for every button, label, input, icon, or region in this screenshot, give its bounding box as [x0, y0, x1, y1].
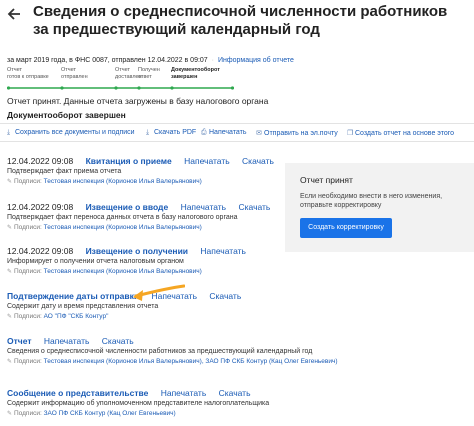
- status-message: Отчет принят. Данные отчета загружены в …: [7, 96, 269, 106]
- doc-signature-link[interactable]: Тестовая инспекция (Корионов Илья Валерь…: [44, 268, 202, 275]
- report-info-link[interactable]: Информация об отчете: [218, 57, 294, 64]
- doc-signature-link[interactable]: Тестовая инспекция (Корионов Илья Валерь…: [44, 178, 202, 185]
- doc-description: Содержит дату и время представления отче…: [7, 303, 159, 310]
- step-completed: Документооборот завершен: [171, 67, 220, 80]
- save-icon: ⤓: [7, 129, 11, 136]
- document-item: 12.04.2022 09:08 Извещение о получении Н…: [7, 246, 256, 277]
- create-correction-button[interactable]: Создать корректировку: [300, 218, 392, 238]
- doc-signatures: ✎ Подписи: АО "ПФ "СКБ Контур": [7, 313, 109, 320]
- doc-name-link[interactable]: Сообщение о представительстве: [7, 388, 148, 398]
- send-email-button[interactable]: ✉ Отправить на эл.почту: [256, 129, 338, 137]
- create-based-button[interactable]: ❐ Создать отчет на основе этого: [347, 129, 454, 137]
- doc-description: Информирует о получении отчета налоговым…: [7, 258, 184, 265]
- doc-print-link[interactable]: Напечатать: [200, 246, 246, 256]
- document-item: Сообщение о представительстве Напечатать…: [7, 388, 269, 419]
- save-all-button[interactable]: ⤓ Сохранить все документы и подписи: [7, 129, 135, 137]
- doc-date: 12.04.2022 09:08: [7, 156, 74, 166]
- doc-name-link[interactable]: Извещение о получении: [86, 246, 188, 256]
- download-icon: ⤓: [146, 129, 150, 136]
- mail-icon: ✉: [256, 130, 262, 137]
- page-title: Сведения о среднесписочной численности р…: [33, 3, 448, 38]
- doc-print-link[interactable]: Напечатать: [184, 156, 230, 166]
- pen-icon: ✎: [7, 411, 13, 417]
- download-pdf-button[interactable]: ⤓ Скачать PDF: [146, 129, 196, 137]
- doc-name-link[interactable]: Извещение о вводе: [86, 202, 169, 212]
- doc-signatures: ✎ Подписи: Тестовая инспекция (Корионов И…: [7, 358, 338, 365]
- doc-description: Содержит информацию об уполномоченном пр…: [7, 400, 270, 407]
- step-ready: Отчет готов к отправке: [7, 67, 49, 80]
- doc-date: 12.04.2022 09:08: [7, 202, 74, 212]
- doc-signature-link[interactable]: АО "ПФ "СКБ Контур": [44, 313, 109, 320]
- progress-track: [7, 86, 234, 90]
- panel-text: Если необходимо внести в него изменения,…: [300, 193, 443, 209]
- copy-icon: ❐: [347, 130, 354, 137]
- doc-signatures: ✎ Подписи: ЗАО ПФ СКБ Контур (Кац Олег Ев…: [7, 410, 176, 417]
- pen-icon: ✎: [7, 359, 13, 365]
- doc-print-link[interactable]: Напечатать: [44, 336, 90, 346]
- pen-icon: ✎: [7, 314, 13, 320]
- back-arrow-icon[interactable]: [6, 6, 22, 22]
- pen-icon: ✎: [7, 225, 13, 231]
- doc-signature-link[interactable]: Тестовая инспекция (Корионов Илья Валерь…: [44, 358, 338, 365]
- doc-signatures: ✎ Подписи: Тестовая инспекция (Корионов И…: [7, 268, 202, 275]
- print-icon: ⎙: [201, 129, 207, 136]
- doc-download-link[interactable]: Скачать: [219, 388, 251, 398]
- document-item: 12.04.2022 09:08 Квитанция о приеме Напе…: [7, 156, 284, 187]
- document-item: Отчет Напечатать Скачать Сведения о сред…: [7, 336, 338, 367]
- pen-icon: ✎: [7, 269, 13, 275]
- doc-download-link[interactable]: Скачать: [242, 156, 274, 166]
- print-button[interactable]: ⎙ Напечатать: [201, 129, 247, 137]
- doc-name-link[interactable]: Квитанция о приеме: [86, 156, 172, 166]
- report-accepted-panel: Отчет принят Если необходимо внести в не…: [285, 163, 474, 252]
- doc-download-link[interactable]: Скачать: [102, 336, 134, 346]
- doc-date: 12.04.2022 09:08: [7, 246, 74, 256]
- document-item: 12.04.2022 09:08 Извещение о вводе Напеч…: [7, 202, 280, 233]
- doc-download-link[interactable]: Скачать: [209, 291, 241, 301]
- doc-print-link[interactable]: Напечатать: [181, 202, 227, 212]
- doc-signature-link[interactable]: ЗАО ПФ СКБ Контур (Кац Олег Евгеньевич): [44, 410, 176, 417]
- status-completed: Документооборот завершен: [7, 110, 126, 120]
- doc-signature-link[interactable]: Тестовая инспекция (Корионов Илья Валерь…: [44, 224, 202, 231]
- doc-print-link[interactable]: Напечатать: [161, 388, 207, 398]
- doc-name-link[interactable]: Подтверждение даты отправки: [7, 291, 139, 301]
- highlight-arrow-icon: [133, 284, 185, 301]
- toolbar: ⤓ Сохранить все документы и подписи ⤓ Скач…: [0, 123, 474, 142]
- doc-description: Подтверждает факт приема отчета: [7, 168, 122, 175]
- panel-title: Отчет принят: [300, 175, 353, 185]
- doc-download-link[interactable]: Скачать: [238, 202, 270, 212]
- doc-signatures: ✎ Подписи: Тестовая инспекция (Корионов И…: [7, 178, 202, 185]
- doc-name-link[interactable]: Отчет: [7, 336, 32, 346]
- doc-description: Сведения о среднесписочной численности р…: [7, 348, 313, 355]
- report-meta: за март 2019 года, в ФНС 0087, отправлен…: [7, 57, 294, 64]
- pen-icon: ✎: [7, 179, 13, 185]
- doc-description: Подтверждает факт переноса данных отчета…: [7, 214, 238, 221]
- report-info: за март 2019 года, в ФНС 0087, отправлен…: [7, 57, 208, 64]
- step-sent: Отчет отправлен: [61, 67, 88, 80]
- doc-signatures: ✎ Подписи: Тестовая инспекция (Корионов И…: [7, 224, 202, 231]
